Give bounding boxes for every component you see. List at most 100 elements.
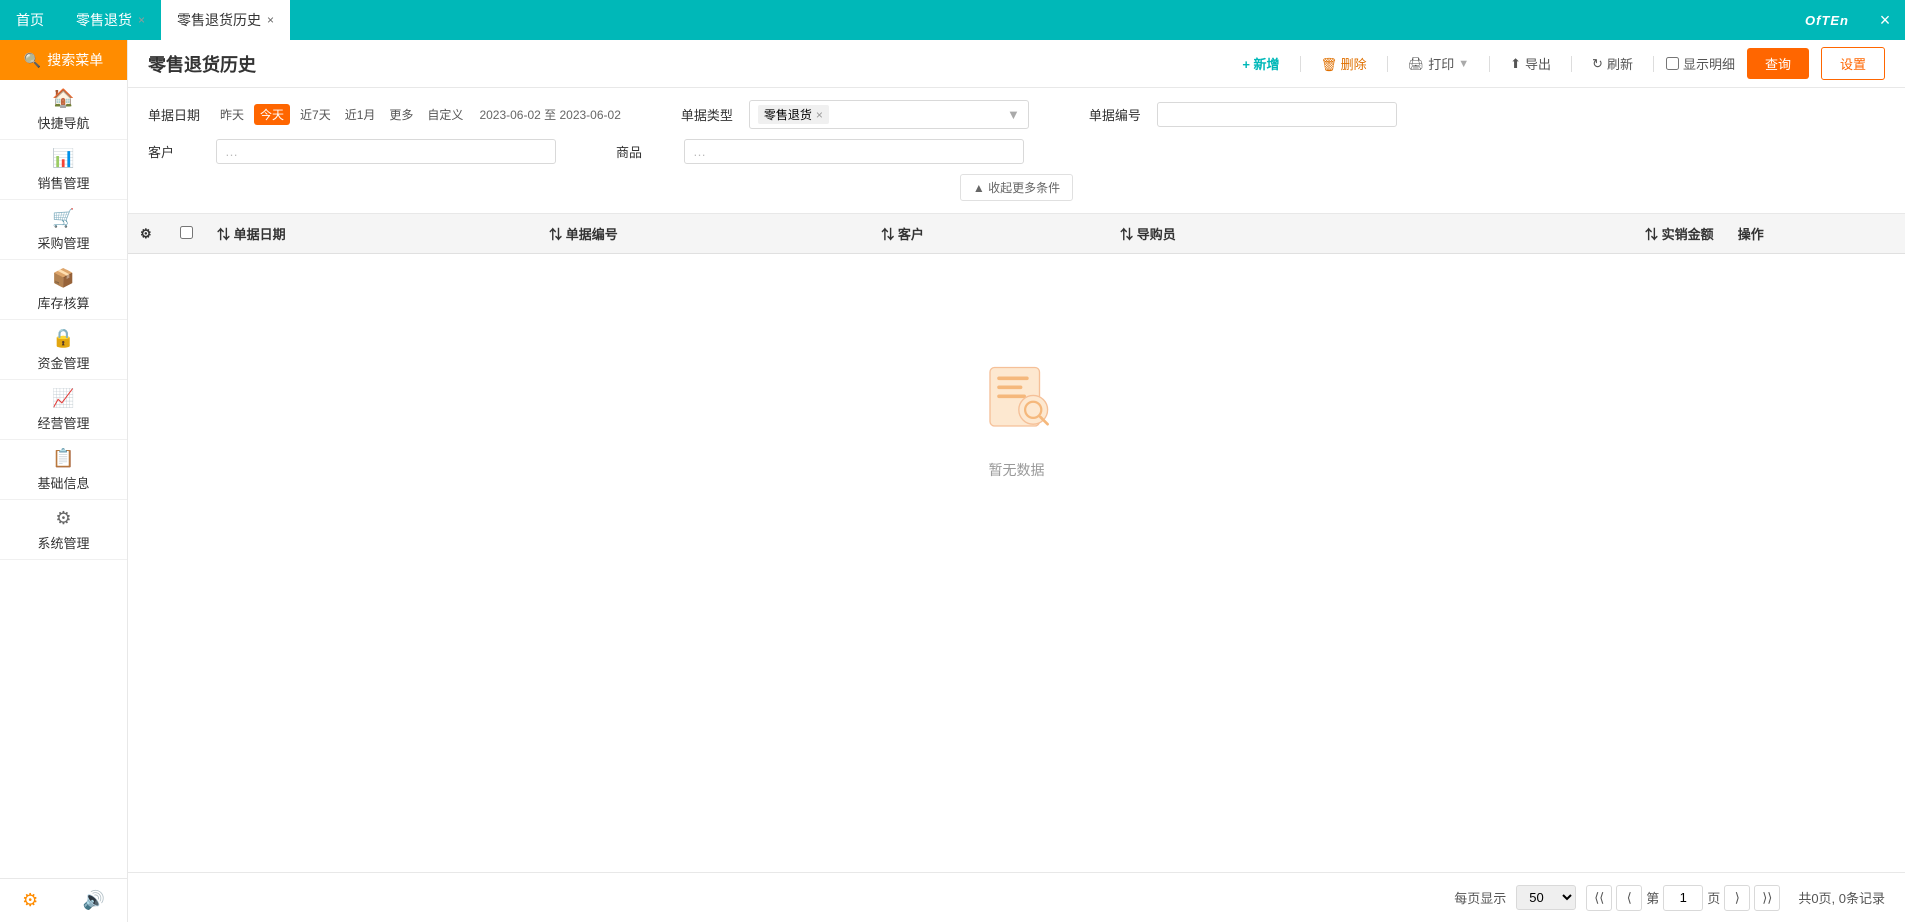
refresh-icon: ↻ — [1592, 56, 1603, 72]
select-all-checkbox[interactable] — [180, 226, 193, 239]
sidebar: 🔍 搜索菜单 🏠 快捷导航 📊 销售管理 🛒 采购管理 📦 库存核算 🔒 — [0, 40, 128, 922]
tab-retail-return-history-label: 零售退货历史 — [177, 10, 261, 30]
page-header: 零售退货历史 + 新增 🗑 删除 🖨 🖨 打印 打印 ▼ ⬆ 导出 — [128, 40, 1905, 88]
tab-retail-return-history[interactable]: 零售退货历史 × — [161, 0, 290, 40]
data-table: ⚙ ⇅ 单据日期 ⇅ 单据编号 — [128, 214, 1905, 254]
date-opt-last1m[interactable]: 近1月 — [341, 104, 380, 125]
sidebar-item-quick-nav-label: 快捷导航 — [37, 113, 89, 132]
per-page-label: 每页显示 — [1454, 888, 1506, 907]
print-button[interactable]: 🖨 🖨 打印 打印 ▼ — [1400, 50, 1477, 77]
th-date[interactable]: ⇅ 单据日期 — [205, 214, 537, 254]
th-guide-label: 导购员 — [1137, 227, 1176, 242]
search-menu-bar[interactable]: 🔍 搜索菜单 — [0, 40, 127, 80]
th-amount-icon: ⇅ — [1645, 227, 1658, 242]
date-opt-custom[interactable]: 自定义 — [423, 104, 467, 125]
purchase-icon: 🛒 — [52, 208, 74, 229]
sidebar-item-sys-mgmt[interactable]: ⚙ 系统管理 — [0, 500, 127, 560]
th-number[interactable]: ⇅ 单据编号 — [537, 214, 869, 254]
refresh-button[interactable]: ↻ 刷新 — [1584, 50, 1641, 77]
page-unit: 页 — [1707, 888, 1720, 907]
th-number-icon: ⇅ — [549, 227, 562, 242]
table-header-row: ⚙ ⇅ 单据日期 ⇅ 单据编号 — [128, 214, 1905, 254]
tab-retail-return-history-close[interactable]: × — [267, 13, 274, 27]
th-checkbox[interactable] — [168, 214, 205, 254]
sidebar-item-purchase-mgmt[interactable]: 🛒 采购管理 — [0, 200, 127, 260]
date-opt-last7[interactable]: 近7天 — [296, 104, 335, 125]
filter-goods-field: 商品 … — [616, 139, 1024, 164]
sidebar-item-quick-nav[interactable]: 🏠 快捷导航 — [0, 80, 127, 140]
sidebar-item-basic-info[interactable]: 📋 基础信息 — [0, 440, 127, 500]
tab-home-label: 首页 — [16, 10, 44, 30]
date-opt-yesterday[interactable]: 昨天 — [216, 104, 248, 125]
sidebar-item-inventory[interactable]: 📦 库存核算 — [0, 260, 127, 320]
filter-type-dropdown-icon: ▼ — [1007, 107, 1020, 122]
settings-icon: ⚙ — [140, 226, 152, 241]
divider3 — [1489, 56, 1490, 72]
filter-date-options: 昨天 今天 近7天 近1月 更多 自定义 — [216, 104, 467, 125]
date-opt-more[interactable]: 更多 — [385, 104, 417, 125]
th-settings[interactable]: ⚙ — [128, 214, 168, 254]
tab-retail-return[interactable]: 零售退货 × — [60, 0, 161, 40]
sound-bottom-icon[interactable]: 🔊 — [82, 890, 104, 911]
sidebar-item-sales-label: 销售管理 — [37, 173, 89, 192]
window-close-button[interactable]: × — [1865, 0, 1905, 40]
th-customer[interactable]: ⇅ 客户 — [869, 214, 1108, 254]
top-tabs: 首页 零售退货 × 零售退货历史 × — [0, 0, 1805, 40]
page-input[interactable]: 1 — [1663, 885, 1703, 911]
last-page-button[interactable]: ⟩⟩ — [1754, 885, 1780, 911]
sidebar-item-sales-mgmt[interactable]: 📊 销售管理 — [0, 140, 127, 200]
pagination-nav: ⟨⟨ ⟨ 第 1 页 ⟩ ⟩⟩ — [1586, 885, 1780, 911]
main-layout: 🔍 搜索菜单 🏠 快捷导航 📊 销售管理 🛒 采购管理 📦 库存核算 🔒 — [0, 40, 1905, 922]
filter-goods-label: 商品 — [616, 142, 676, 161]
empty-text: 暂无数据 — [989, 460, 1045, 480]
filter-type-label: 单据类型 — [681, 105, 741, 124]
next-page-button[interactable]: ⟩ — [1724, 885, 1750, 911]
settings-bottom-icon[interactable]: ⚙ — [22, 890, 38, 911]
sidebar-menu: 🏠 快捷导航 📊 销售管理 🛒 采购管理 📦 库存核算 🔒 资金管理 📈 — [0, 80, 127, 878]
divider4 — [1571, 56, 1572, 72]
collapse-filter-button[interactable]: ▲ 收起更多条件 — [960, 174, 1073, 201]
prev-page-button[interactable]: ⟨ — [1616, 885, 1642, 911]
brand-logo: OfTEn — [1805, 13, 1849, 28]
page-title: 零售退货历史 — [148, 51, 256, 77]
th-customer-label: 客户 — [898, 227, 924, 242]
filter-customer-input[interactable]: … — [216, 139, 556, 164]
first-page-button[interactable]: ⟨⟨ — [1586, 885, 1612, 911]
sidebar-item-purchase-label: 采购管理 — [37, 233, 89, 252]
th-action-label: 操作 — [1738, 227, 1764, 242]
filter-date-field: 单据日期 昨天 今天 近7天 近1月 更多 自定义 2023-06-02 至 2… — [148, 104, 621, 125]
filter-number-field: 单据编号 — [1089, 102, 1397, 127]
new-button[interactable]: + 新增 — [1234, 50, 1287, 77]
page-label: 第 — [1646, 888, 1659, 907]
basic-info-icon: 📋 — [52, 448, 74, 469]
search-menu-label: 搜索菜单 — [47, 50, 103, 70]
export-button[interactable]: ⬆ 导出 — [1502, 50, 1559, 77]
show-detail-checkbox-label[interactable]: 显示明细 — [1666, 54, 1735, 73]
filter-row-1: 单据日期 昨天 今天 近7天 近1月 更多 自定义 2023-06-02 至 2… — [148, 100, 1885, 129]
th-guide-icon: ⇅ — [1120, 227, 1133, 242]
filter-goods-input[interactable]: … — [684, 139, 1024, 164]
show-detail-checkbox[interactable] — [1666, 57, 1679, 70]
filter-type-field: 单据类型 零售退货 × ▼ — [681, 100, 1029, 129]
filter-type-tag-value: 零售退货 — [764, 106, 812, 123]
sidebar-item-finance[interactable]: 🔒 资金管理 — [0, 320, 127, 380]
filter-number-input[interactable] — [1157, 102, 1397, 127]
pagination-total: 共0页, 0条记录 — [1798, 888, 1885, 907]
per-page-select[interactable]: 20 50 100 — [1516, 885, 1576, 910]
th-guide[interactable]: ⇅ 导购员 — [1108, 214, 1394, 254]
date-opt-today[interactable]: 今天 — [254, 104, 290, 125]
th-date-icon: ⇅ — [217, 227, 230, 242]
th-amount[interactable]: ⇅ 实销金额 — [1394, 214, 1726, 254]
table-area: ⚙ ⇅ 单据日期 ⇅ 单据编号 — [128, 214, 1905, 872]
show-detail-label: 显示明细 — [1683, 54, 1735, 73]
filter-area: 单据日期 昨天 今天 近7天 近1月 更多 自定义 2023-06-02 至 2… — [128, 88, 1905, 214]
tab-home[interactable]: 首页 — [0, 0, 60, 40]
settings-button[interactable]: 设置 — [1821, 47, 1885, 80]
header-actions: + 新增 🗑 删除 🖨 🖨 打印 打印 ▼ ⬆ 导出 ↻ — [1234, 47, 1885, 80]
query-button[interactable]: 查询 — [1747, 48, 1809, 79]
filter-type-select[interactable]: 零售退货 × ▼ — [749, 100, 1029, 129]
delete-button[interactable]: 🗑 删除 — [1313, 50, 1375, 77]
sidebar-item-operations[interactable]: 📈 经营管理 — [0, 380, 127, 440]
filter-type-tag-remove[interactable]: × — [816, 108, 823, 122]
tab-retail-return-close[interactable]: × — [138, 13, 145, 27]
